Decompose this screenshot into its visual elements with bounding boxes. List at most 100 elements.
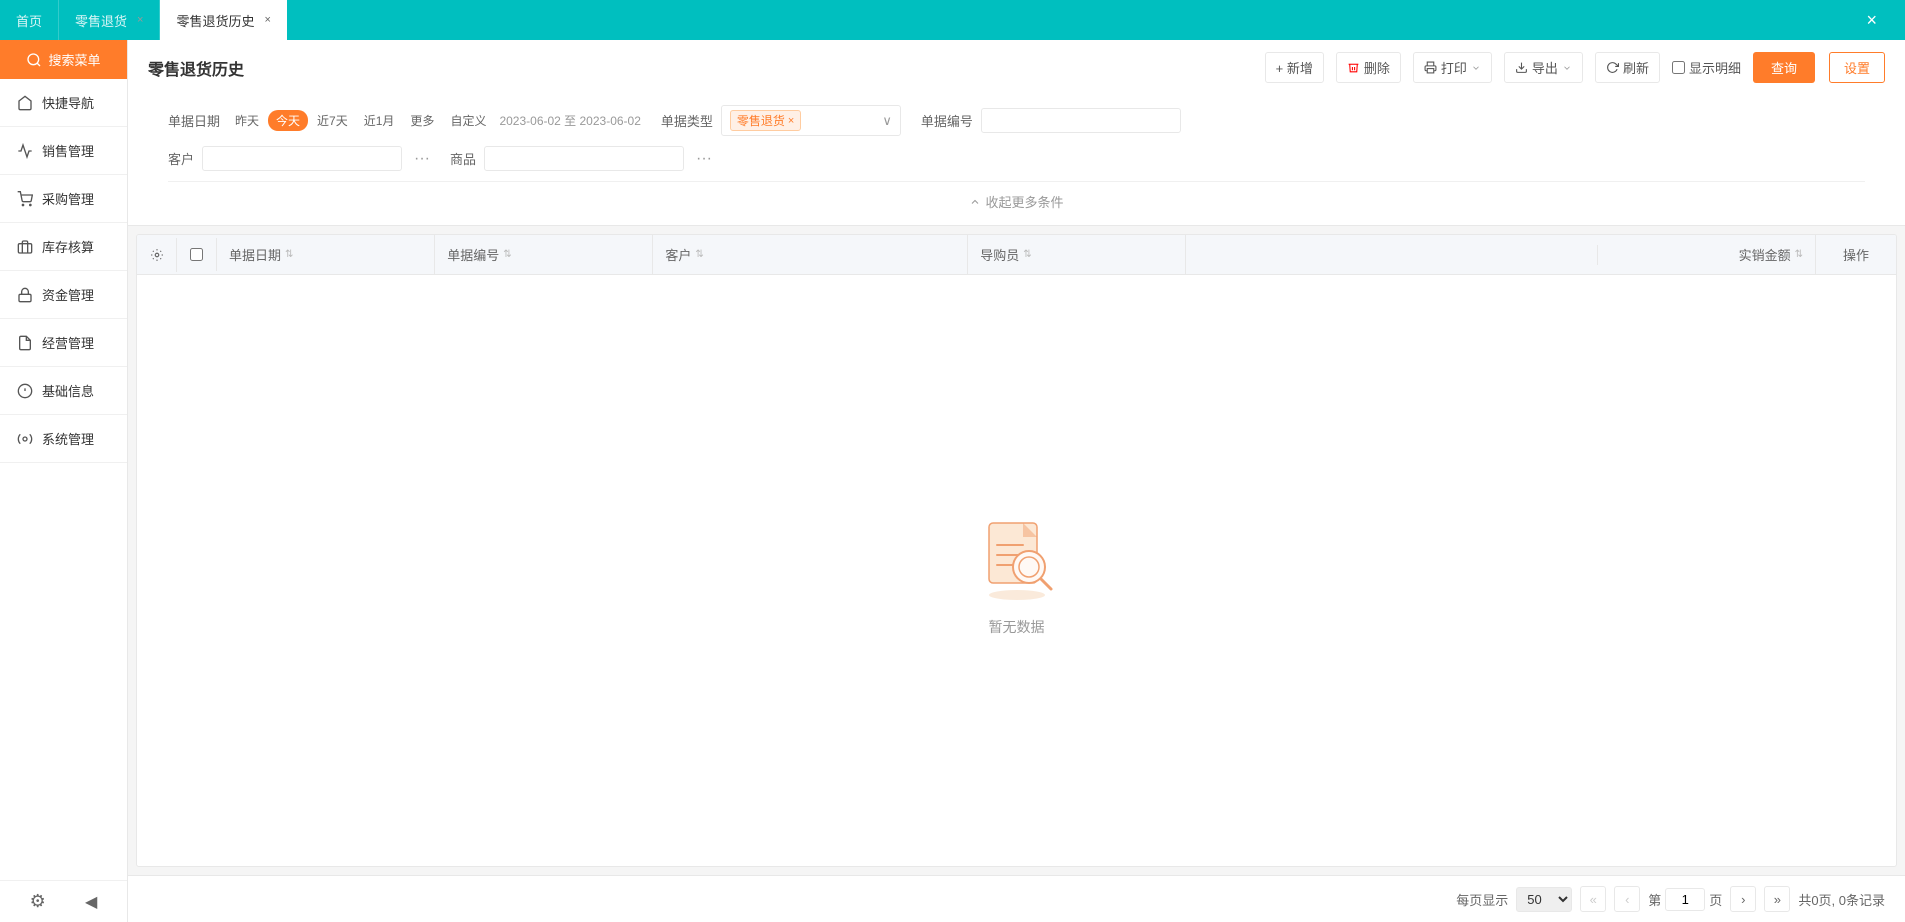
date-btn-more[interactable]: 更多	[403, 109, 441, 132]
tab-retail-return-history-close[interactable]: ×	[264, 14, 270, 26]
sidebar-item-system[interactable]: 系统管理	[0, 415, 127, 463]
filter-row-1: 单据日期 昨天 今天 近7天 近1月 更多 自定义 2023-06-02 至 2…	[168, 105, 1865, 136]
next-page-button[interactable]: ›	[1730, 886, 1756, 912]
per-page-select[interactable]: 50 100 200	[1516, 887, 1572, 912]
per-page-label: 每页显示	[1456, 890, 1508, 909]
th-checkbox[interactable]	[177, 238, 217, 271]
sidebar-item-sales[interactable]: 销售管理	[0, 127, 127, 175]
query-button[interactable]: 查询	[1753, 52, 1815, 83]
collapse-button[interactable]: 收起更多条件	[957, 188, 1075, 215]
sidebar-item-inventory[interactable]: 库存核算	[0, 223, 127, 271]
print-button[interactable]: 打印	[1413, 52, 1492, 83]
date-btn-today[interactable]: 今天	[268, 110, 308, 131]
sidebar-search[interactable]: 搜索菜单	[0, 40, 127, 79]
filter-row-2: 客户 ··· 商品 ···	[168, 146, 1865, 171]
date-btn-custom[interactable]: 自定义	[443, 109, 493, 132]
header-actions: + 新增 删除 打印 导出	[1265, 52, 1885, 83]
empty-illustration	[967, 505, 1067, 605]
window-close-button[interactable]: ×	[1854, 10, 1889, 31]
goods-filter: 商品 ···	[450, 146, 712, 171]
tab-home[interactable]: 首页	[0, 0, 59, 40]
sidebar-item-purchase[interactable]: 采购管理	[0, 175, 127, 223]
th-customer[interactable]: 客户 ⇅	[653, 235, 968, 274]
filter-bar: 单据日期 昨天 今天 近7天 近1月 更多 自定义 2023-06-02 至 2…	[148, 95, 1885, 225]
last-page-button[interactable]: »	[1764, 886, 1790, 912]
date-btn-7days[interactable]: 近7天	[310, 109, 355, 132]
sales-icon	[16, 142, 34, 160]
goods-input[interactable]	[484, 146, 684, 171]
customer-label: 客户	[168, 149, 194, 168]
top-bar-right: ×	[1854, 10, 1905, 31]
sidebar-item-sales-label: 销售管理	[42, 141, 94, 160]
th-date[interactable]: 单据日期 ⇅	[217, 235, 435, 274]
prev-page-button[interactable]: ‹	[1614, 886, 1640, 912]
num-input[interactable]	[981, 108, 1181, 133]
sidebar-item-management[interactable]: 经营管理	[0, 319, 127, 367]
tab-retail-return-history-label: 零售退货历史	[176, 11, 254, 30]
date-btn-yesterday[interactable]: 昨天	[228, 109, 266, 132]
settings-button[interactable]: 设置	[1829, 52, 1885, 83]
date-label: 单据日期	[168, 111, 220, 130]
settings-icon[interactable]: ⚙	[30, 891, 46, 912]
sidebar: 搜索菜单 快捷导航 销售管理 采购管理 库存核算	[0, 40, 128, 922]
top-bar: 首页 零售退货 × 零售退货历史 × ×	[0, 0, 1905, 40]
main-layout: 搜索菜单 快捷导航 销售管理 采购管理 库存核算	[0, 40, 1905, 922]
th-guide-label: 导购员	[980, 245, 1019, 264]
date-sort-icon: ⇅	[285, 249, 293, 260]
th-guide[interactable]: 导购员 ⇅	[968, 235, 1186, 274]
th-num[interactable]: 单据编号 ⇅	[435, 235, 653, 274]
print-chevron-icon	[1471, 63, 1481, 73]
first-page-button[interactable]: «	[1580, 886, 1606, 912]
info-icon	[16, 382, 34, 400]
sidebar-item-finance[interactable]: 资金管理	[0, 271, 127, 319]
inventory-icon	[16, 238, 34, 256]
show-detail-checkbox[interactable]	[1672, 61, 1685, 74]
sidebar-search-label: 搜索菜单	[48, 50, 100, 69]
sidebar-bottom: ⚙ ◀	[0, 880, 127, 922]
customer-filter: 客户 ···	[168, 146, 430, 171]
type-select[interactable]: 零售退货 × ∨	[721, 105, 901, 136]
sidebar-item-info[interactable]: 基础信息	[0, 367, 127, 415]
tab-retail-return-close[interactable]: ×	[137, 14, 143, 26]
table-header: 单据日期 ⇅ 单据编号 ⇅ 客户 ⇅ 导购员 ⇅ 实销金额	[137, 235, 1896, 275]
export-button[interactable]: 导出	[1504, 52, 1583, 83]
select-all-checkbox[interactable]	[190, 248, 203, 261]
pagination: 每页显示 50 100 200 « ‹ 第 页 › » 共0页, 0条记录	[128, 875, 1905, 922]
sidebar-item-finance-label: 资金管理	[42, 285, 94, 304]
goods-dots[interactable]: ···	[696, 150, 712, 168]
type-tag-close[interactable]: ×	[788, 115, 794, 127]
tab-retail-return[interactable]: 零售退货 ×	[59, 0, 160, 40]
customer-input[interactable]	[202, 146, 402, 171]
page-input[interactable]	[1665, 888, 1705, 911]
num-filter: 单据编号	[921, 108, 1181, 133]
th-customer-label: 客户	[665, 245, 691, 264]
show-detail-checkbox-label[interactable]: 显示明细	[1672, 58, 1741, 77]
th-amount[interactable]: 实销金额 ⇅	[1598, 235, 1816, 274]
tab-list: 首页 零售退货 × 零售退货历史 ×	[0, 0, 1854, 40]
date-btn-1month[interactable]: 近1月	[357, 109, 402, 132]
export-chevron-icon	[1562, 63, 1572, 73]
date-buttons: 昨天 今天 近7天 近1月 更多 自定义 2023-06-02 至 2023-0…	[228, 109, 641, 132]
num-sort-icon: ⇅	[503, 249, 511, 260]
sidebar-item-system-label: 系统管理	[42, 429, 94, 448]
settings-gear-icon	[150, 248, 164, 262]
sidebar-item-management-label: 经营管理	[42, 333, 94, 352]
page-title-bar: 零售退货历史 + 新增 删除 打印 导出	[148, 52, 1885, 83]
table-container: 单据日期 ⇅ 单据编号 ⇅ 客户 ⇅ 导购员 ⇅ 实销金额	[136, 234, 1897, 867]
th-settings[interactable]	[137, 238, 177, 272]
date-filter: 单据日期 昨天 今天 近7天 近1月 更多 自定义 2023-06-02 至 2…	[168, 109, 641, 132]
goods-label: 商品	[450, 149, 476, 168]
system-icon	[16, 430, 34, 448]
new-button[interactable]: + 新增	[1265, 52, 1324, 83]
refresh-button[interactable]: 刷新	[1595, 52, 1660, 83]
collapse-label: 收起更多条件	[985, 192, 1063, 211]
refresh-icon	[1606, 61, 1619, 74]
tab-retail-return-history[interactable]: 零售退货历史 ×	[160, 0, 286, 40]
page-info: 第 页	[1648, 888, 1722, 911]
th-op: 操作	[1816, 235, 1896, 274]
delete-button[interactable]: 删除	[1336, 52, 1401, 83]
sidebar-item-home[interactable]: 快捷导航	[0, 79, 127, 127]
toggle-icon[interactable]: ◀	[85, 892, 97, 912]
sidebar-item-info-label: 基础信息	[42, 381, 94, 400]
customer-dots[interactable]: ···	[414, 150, 430, 168]
